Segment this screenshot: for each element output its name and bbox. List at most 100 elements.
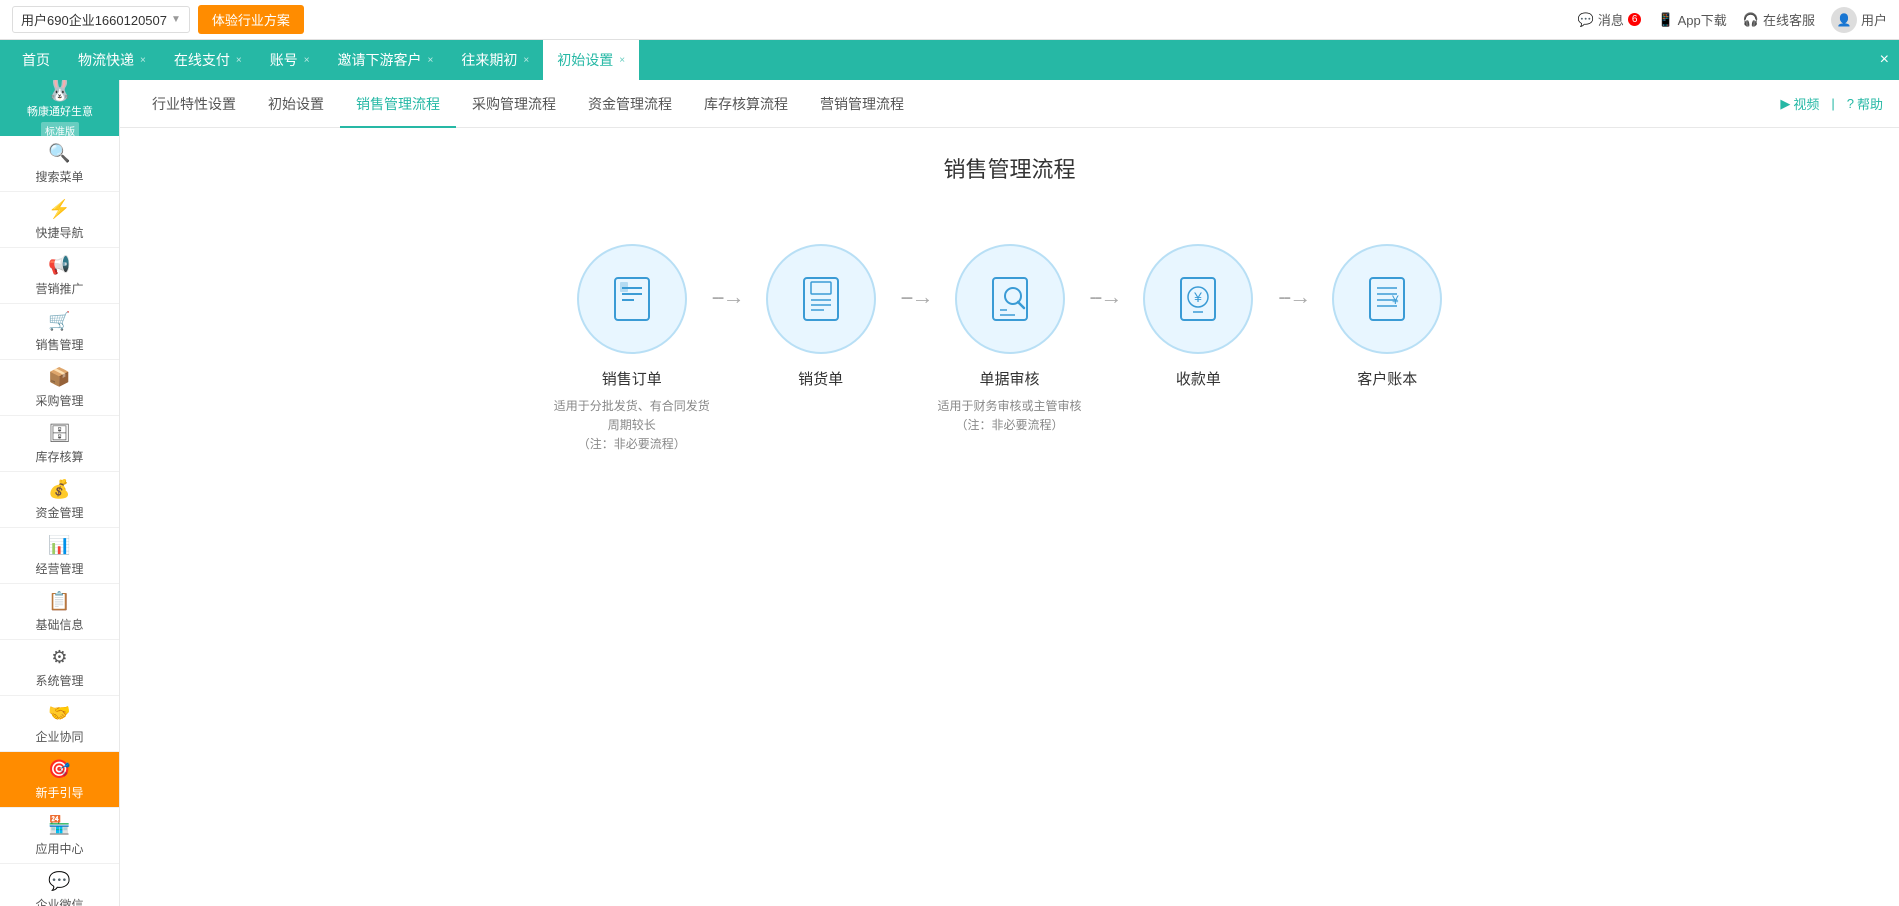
flow-item-receipt: ¥ 收款单: [1118, 244, 1278, 397]
nav-tab-period[interactable]: 往来期初 ×: [447, 40, 543, 80]
sub-nav-sales-flow[interactable]: 销售管理流程: [340, 80, 456, 128]
flow-circle-ledger[interactable]: ¥: [1332, 244, 1442, 354]
search-icon: 🔍: [48, 143, 70, 164]
chevron-down-icon: ▼: [171, 14, 181, 25]
flow-arrow-2: - - →: [901, 244, 930, 310]
avatar: 👤: [1831, 7, 1857, 33]
sidebar-item-wechat[interactable]: 💬 企业微信: [0, 864, 119, 906]
sidebar-item-quicknav-label: 快捷导航: [35, 224, 83, 241]
sub-nav-industry[interactable]: 行业特性设置: [136, 80, 252, 128]
sidebar-item-operation[interactable]: 📊 经营管理: [0, 528, 119, 584]
nav-tab-payment[interactable]: 在线支付 ×: [160, 40, 256, 80]
sidebar-item-basic[interactable]: 📋 基础信息: [0, 584, 119, 640]
divider: |: [1831, 96, 1834, 111]
message-badge: 6: [1628, 13, 1642, 26]
sub-nav-finance-flow[interactable]: 资金管理流程: [572, 80, 688, 128]
logo-text: 畅康通好生意: [27, 105, 93, 120]
nav-close-all-button[interactable]: ×: [1880, 51, 1889, 69]
nav-tab-account[interactable]: 账号 ×: [256, 40, 324, 80]
flow-item-sales-order: 销售订单 适用于分批发货、有合同发货周期较长（注：非必要流程）: [552, 244, 712, 455]
sidebar-item-marketing[interactable]: 📢 营销推广: [0, 248, 119, 304]
operation-icon: 📊: [48, 535, 70, 556]
sidebar-item-finance[interactable]: 💰 资金管理: [0, 472, 119, 528]
trial-button[interactable]: 体验行业方案: [198, 5, 304, 34]
help-button[interactable]: ? 帮助: [1847, 94, 1883, 113]
sidebar-item-marketing-label: 营销推广: [35, 280, 83, 297]
guide-icon: 🎯: [48, 759, 70, 780]
sidebar-item-guide[interactable]: 🎯 新手引导: [0, 752, 119, 808]
nav-tab-payment-close[interactable]: ×: [236, 55, 242, 66]
flow-label-receipt: 收款单: [1176, 368, 1221, 389]
video-label: 视频: [1793, 94, 1819, 113]
sidebar-item-inventory-label: 库存核算: [35, 448, 83, 465]
nav-tab-period-label: 往来期初: [461, 50, 517, 70]
flow-arrow-4: - - →: [1278, 244, 1307, 310]
sidebar-item-search-label: 搜索菜单: [35, 168, 83, 185]
sidebar-item-operation-label: 经营管理: [35, 560, 83, 577]
purchase-icon: 📦: [48, 367, 70, 388]
user-profile-button[interactable]: 👤 用户: [1831, 7, 1887, 33]
sidebar-item-system[interactable]: ⚙ 系统管理: [0, 640, 119, 696]
sub-nav-marketing-flow[interactable]: 营销管理流程: [804, 80, 920, 128]
online-service-label: 在线客服: [1763, 10, 1815, 29]
flow-circle-receipt[interactable]: ¥: [1143, 244, 1253, 354]
nav-tab-invite[interactable]: 邀请下游客户 ×: [324, 40, 448, 80]
wechat-icon: 💬: [48, 871, 70, 892]
flow-item-ledger: ¥ 客户账本: [1307, 244, 1467, 397]
nav-tab-home[interactable]: 首页: [8, 40, 64, 80]
page-title: 销售管理流程: [160, 152, 1859, 184]
appstore-icon: 🏪: [48, 815, 70, 836]
flow-arrow-3: - - →: [1090, 244, 1119, 310]
help-label: 帮助: [1857, 94, 1883, 113]
sidebar-item-coop-label: 企业协同: [35, 728, 83, 745]
svg-text:¥: ¥: [1391, 293, 1399, 307]
flow-circle-delivery[interactable]: [766, 244, 876, 354]
sub-nav-initial[interactable]: 初始设置: [252, 80, 340, 128]
flow-label-audit: 单据审核: [979, 368, 1039, 389]
nav-tab-invite-label: 邀请下游客户: [338, 50, 422, 70]
sidebar-item-sales[interactable]: 🛒 销售管理: [0, 304, 119, 360]
sidebar-item-quicknav[interactable]: ⚡ 快捷导航: [0, 192, 119, 248]
nav-tab-account-close[interactable]: ×: [304, 55, 310, 66]
nav-tab-account-label: 账号: [270, 50, 298, 70]
sub-nav-purchase-flow[interactable]: 采购管理流程: [456, 80, 572, 128]
sub-nav-right: ▶ 视频 | ? 帮助: [1780, 94, 1883, 113]
flow-label-delivery: 销货单: [798, 368, 843, 389]
help-icon: ?: [1847, 96, 1854, 111]
flow-item-audit: 单据审核 适用于财务审核或主管审核（注：非必要流程）: [930, 244, 1090, 435]
sales-icon: 🛒: [48, 311, 70, 332]
nav-tab-logistics-label: 物流快递: [78, 50, 134, 70]
online-service-button[interactable]: 🎧 在线客服: [1743, 10, 1815, 29]
user-selector[interactable]: 用户690企业1660120507 ▼: [12, 6, 190, 33]
nav-tab-period-close[interactable]: ×: [523, 55, 529, 66]
service-icon: 🎧: [1743, 12, 1759, 28]
top-bar-left: 用户690企业1660120507 ▼ 体验行业方案: [12, 5, 304, 34]
flow-circle-audit[interactable]: [955, 244, 1065, 354]
video-help-button[interactable]: ▶ 视频: [1780, 94, 1819, 113]
nav-tab-invite-close[interactable]: ×: [428, 55, 434, 66]
sub-nav: 行业特性设置 初始设置 销售管理流程 采购管理流程 资金管理流程 库存核算流程 …: [120, 80, 1899, 128]
flow-item-delivery: 销货单: [741, 244, 901, 397]
nav-tab-init-close[interactable]: ×: [619, 55, 625, 66]
sidebar-item-search[interactable]: 🔍 搜索菜单: [0, 136, 119, 192]
nav-tab-home-label: 首页: [22, 50, 50, 70]
sidebar-item-appstore-label: 应用中心: [35, 840, 83, 857]
app-download-button[interactable]: 📱 App下载: [1657, 10, 1726, 29]
marketing-icon: 📢: [48, 255, 70, 276]
flow-circle-sales-order[interactable]: [577, 244, 687, 354]
sidebar-item-purchase[interactable]: 📦 采购管理: [0, 360, 119, 416]
sidebar-item-coop[interactable]: 🤝 企业协同: [0, 696, 119, 752]
coop-icon: 🤝: [48, 703, 70, 724]
nav-tab-logistics-close[interactable]: ×: [140, 55, 146, 66]
sub-nav-inventory-flow[interactable]: 库存核算流程: [688, 80, 804, 128]
nav-tab-init[interactable]: 初始设置 ×: [543, 40, 639, 80]
sidebar-item-inventory[interactable]: 🗄 库存核算: [0, 416, 119, 472]
message-button[interactable]: 💬 消息 6: [1578, 10, 1642, 29]
top-bar: 用户690企业1660120507 ▼ 体验行业方案 💬 消息 6 📱 App下…: [0, 0, 1899, 40]
nav-tab-logistics[interactable]: 物流快递 ×: [64, 40, 160, 80]
sidebar-item-appstore[interactable]: 🏪 应用中心: [0, 808, 119, 864]
message-label: 消息: [1598, 10, 1624, 29]
sidebar-item-basic-label: 基础信息: [35, 616, 83, 633]
flow-diagram: 销售订单 适用于分批发货、有合同发货周期较长（注：非必要流程） - - →: [160, 244, 1859, 455]
flow-label-ledger: 客户账本: [1357, 368, 1417, 389]
